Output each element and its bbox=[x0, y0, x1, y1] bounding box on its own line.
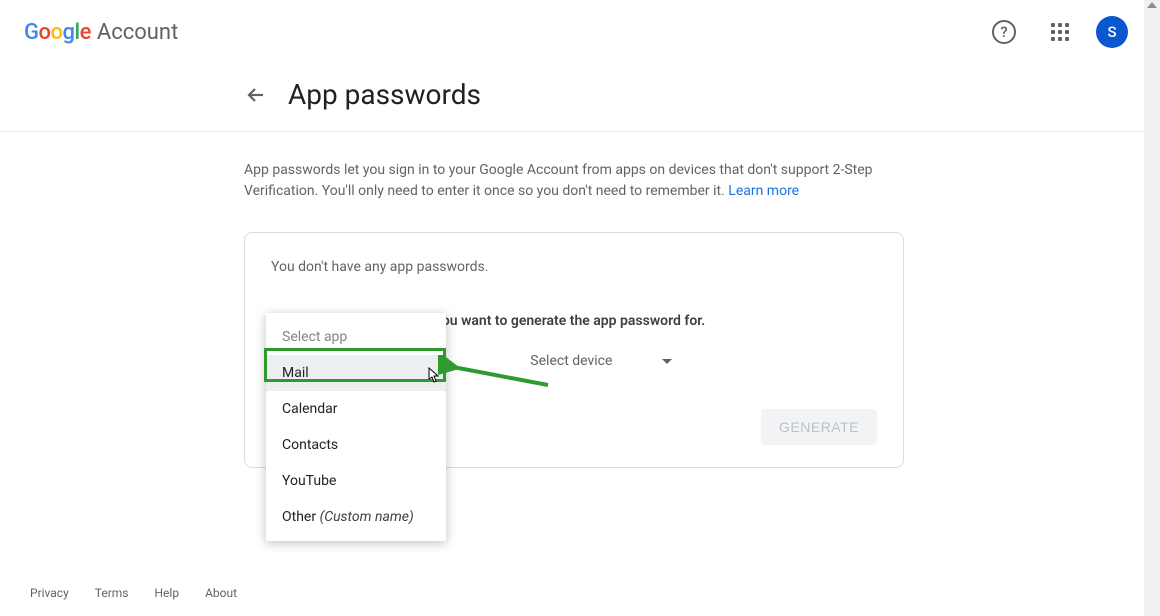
other-label: Other bbox=[282, 509, 320, 525]
avatar-initial: S bbox=[1107, 23, 1116, 41]
dropdown-item-contacts[interactable]: Contacts bbox=[266, 427, 446, 463]
footer-privacy[interactable]: Privacy bbox=[30, 586, 69, 600]
help-button[interactable]: ? bbox=[984, 12, 1024, 52]
footer-about[interactable]: About bbox=[205, 586, 237, 600]
dropdown-header: Select app bbox=[266, 319, 446, 355]
avatar[interactable]: S bbox=[1096, 16, 1128, 48]
footer-terms[interactable]: Terms bbox=[95, 586, 129, 600]
brand-logo[interactable]: Google Account bbox=[24, 20, 178, 45]
back-arrow-icon[interactable] bbox=[244, 83, 268, 107]
apps-button[interactable] bbox=[1040, 12, 1080, 52]
apps-grid-icon bbox=[1051, 23, 1069, 41]
select-device-dropdown[interactable]: Select device bbox=[530, 347, 672, 375]
description: App passwords let you sign in to your Go… bbox=[244, 160, 902, 202]
title-row: App passwords bbox=[0, 64, 1160, 131]
dropdown-item-mail[interactable]: Mail bbox=[266, 355, 446, 391]
generate-button[interactable]: GENERATE bbox=[761, 409, 877, 445]
dropdown-item-youtube[interactable]: YouTube bbox=[266, 463, 446, 499]
dropdown-item-other[interactable]: Other (Custom name) bbox=[266, 499, 446, 535]
select-device-label: Select device bbox=[530, 353, 612, 369]
chevron-down-icon bbox=[662, 359, 672, 364]
scrollbar-track[interactable] bbox=[1144, 0, 1160, 616]
no-passwords-text: You don't have any app passwords. bbox=[271, 259, 877, 275]
google-logo: Google bbox=[24, 20, 91, 45]
other-hint: (Custom name) bbox=[320, 509, 414, 525]
account-word: Account bbox=[97, 20, 178, 45]
footer: Privacy Terms Help About bbox=[30, 586, 237, 600]
help-icon: ? bbox=[992, 20, 1016, 44]
dropdown-item-calendar[interactable]: Calendar bbox=[266, 391, 446, 427]
content: App passwords let you sign in to your Go… bbox=[0, 132, 902, 468]
footer-help[interactable]: Help bbox=[155, 586, 180, 600]
header: Google Account ? S bbox=[0, 0, 1160, 64]
page-title: App passwords bbox=[288, 78, 481, 111]
header-actions: ? S bbox=[984, 12, 1144, 52]
select-app-menu: Select app Mail Calendar Contacts YouTub… bbox=[266, 313, 446, 541]
learn-more-link[interactable]: Learn more bbox=[728, 183, 799, 199]
scroll-up-icon bbox=[1147, 2, 1157, 8]
